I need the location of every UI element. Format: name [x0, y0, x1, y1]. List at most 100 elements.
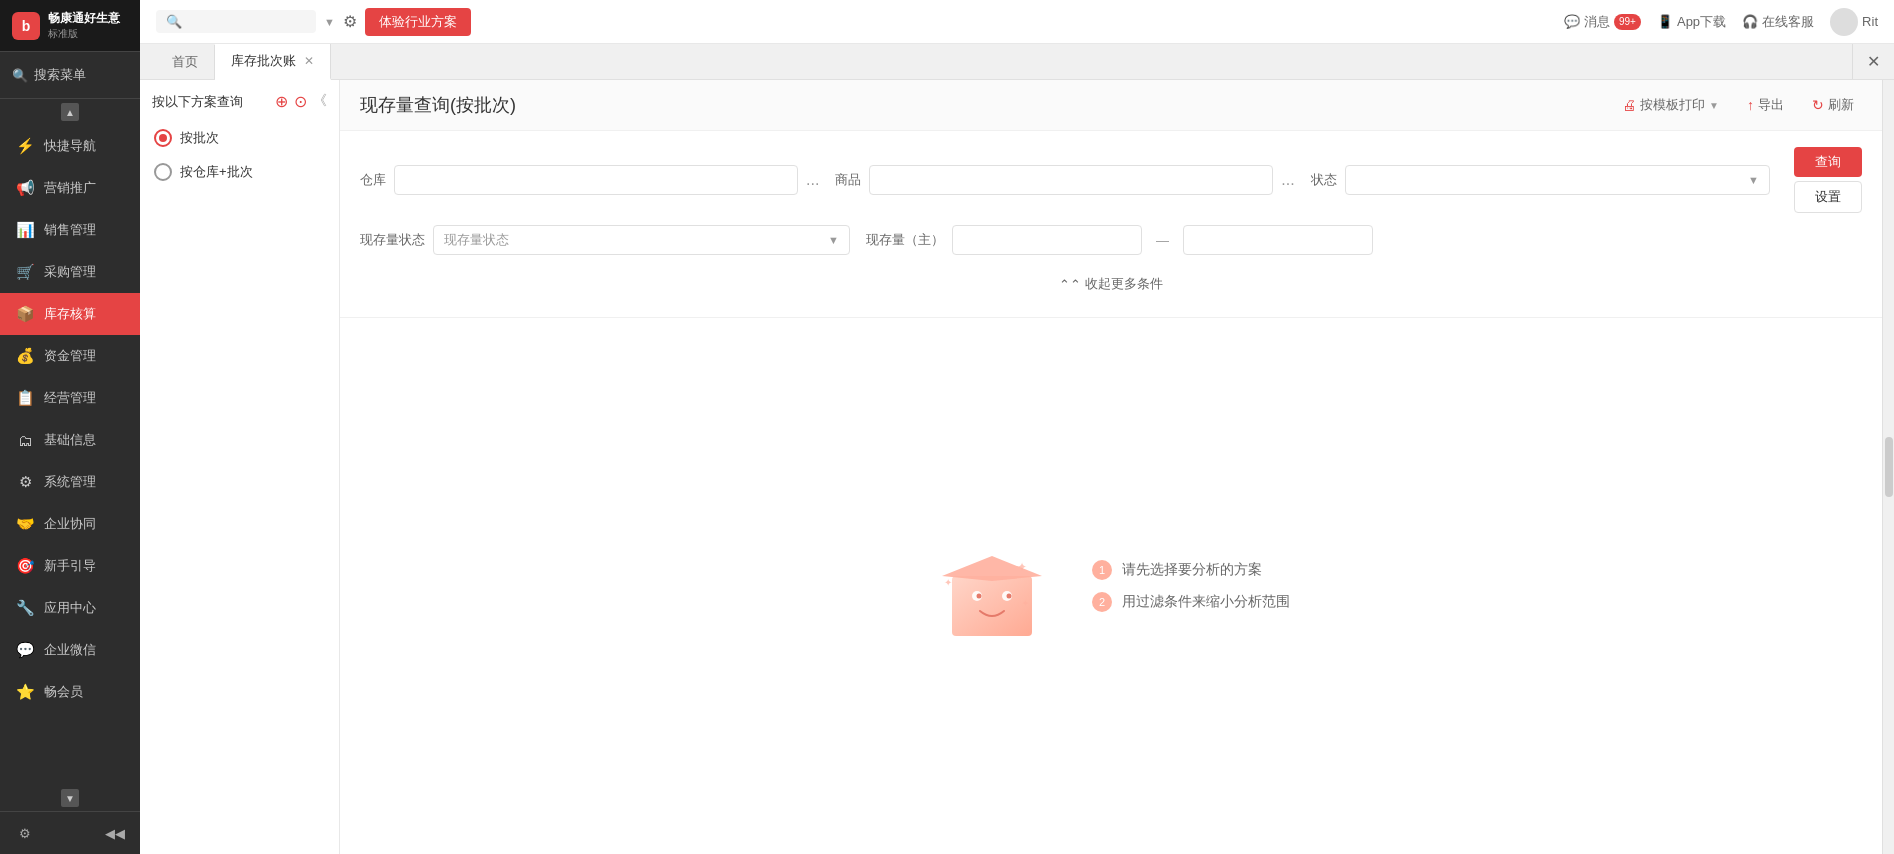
- topbar-search-box[interactable]: 🔍: [156, 10, 316, 33]
- sidebar-item-label: 库存核算: [44, 305, 96, 323]
- topbar: 🔍 ▼ ⚙ 体验行业方案 💬 消息 99+ 📱 App下载 🎧 在线客服: [140, 0, 1894, 44]
- collapse-more-label: 收起更多条件: [1085, 275, 1163, 293]
- sidebar-item-system[interactable]: ⚙ 系统管理: [0, 461, 140, 503]
- query-buttons-group: 查询 设置: [1794, 147, 1862, 213]
- sidebar-item-label: 新手引导: [44, 557, 96, 575]
- sidebar: b 畅康通好生意 标准版 🔍 搜索菜单 ▲ ⚡ 快捷导航 📢 营销推广 📊 销售…: [0, 0, 140, 854]
- inventory-status-dropdown-icon: ▼: [828, 234, 839, 246]
- sidebar-item-operations[interactable]: 📋 经营管理: [0, 377, 140, 419]
- topbar-dropdown-icon[interactable]: ▼: [324, 16, 335, 28]
- search-menu-label: 搜索菜单: [34, 66, 86, 84]
- sidebar-item-member[interactable]: ⭐ 畅会员: [0, 671, 140, 713]
- print-template-button[interactable]: 🖨 按模板打印 ▼: [1614, 92, 1727, 118]
- topbar-left: 🔍 ▼ ⚙ 体验行业方案: [156, 8, 1552, 36]
- warehouse-dots[interactable]: ...: [806, 171, 819, 189]
- scroll-down-btn[interactable]: ▼: [61, 789, 79, 807]
- refresh-button[interactable]: ↻ 刷新: [1804, 92, 1862, 118]
- online-service-button[interactable]: 🎧 在线客服: [1742, 13, 1814, 31]
- add-scheme-icon[interactable]: ⊕: [275, 92, 288, 111]
- sidebar-search-section: 🔍 搜索菜单: [0, 52, 140, 99]
- scroll-up-btn[interactable]: ▲: [61, 103, 79, 121]
- refresh-label: 刷新: [1828, 96, 1854, 114]
- sidebar-scroll-down[interactable]: ▼: [0, 785, 140, 811]
- scheme-by-warehouse-batch[interactable]: 按仓库+批次: [140, 155, 339, 189]
- collapse-panel-icon[interactable]: 《: [313, 92, 327, 111]
- sidebar-item-basics[interactable]: 🗂 基础信息: [0, 419, 140, 461]
- settings-scheme-icon[interactable]: ⊙: [294, 92, 307, 111]
- app-download-label: App下载: [1677, 13, 1726, 31]
- topbar-right: 💬 消息 99+ 📱 App下载 🎧 在线客服 Rit: [1564, 8, 1878, 36]
- warehouse-label: 仓库: [360, 171, 386, 189]
- warehouse-filter-field: 仓库 ...: [360, 165, 819, 195]
- member-icon: ⭐: [16, 683, 34, 701]
- message-icon: 💬: [1564, 14, 1580, 29]
- app-download-button[interactable]: 📱 App下载: [1657, 13, 1726, 31]
- empty-state: ✦ ✦ ✦ 1 请先选择要分析的方案 2 用过滤条件来缩小分析范围: [340, 318, 1882, 854]
- product-dots[interactable]: ...: [1281, 171, 1294, 189]
- inventory-qty-filter-field: 现存量（主） —: [866, 225, 1356, 255]
- qty-dash: —: [1156, 233, 1169, 248]
- export-button[interactable]: ↑ 导出: [1739, 92, 1792, 118]
- collapse-sidebar-button[interactable]: ◀◀: [104, 822, 126, 844]
- inventory-status-label: 现存量状态: [360, 231, 425, 249]
- sidebar-item-quick-nav[interactable]: ⚡ 快捷导航: [0, 125, 140, 167]
- sidebar-item-label: 资金管理: [44, 347, 96, 365]
- inventory-qty-from[interactable]: [952, 225, 1142, 255]
- sidebar-item-newbie[interactable]: 🎯 新手引导: [0, 545, 140, 587]
- inventory-status-select[interactable]: 现存量状态 ▼: [433, 225, 850, 255]
- sidebar-scroll-up[interactable]: ▲: [0, 99, 140, 125]
- message-button[interactable]: 💬 消息 99+: [1564, 13, 1641, 31]
- inventory-qty-to[interactable]: [1183, 225, 1373, 255]
- user-profile-button[interactable]: Rit: [1830, 8, 1878, 36]
- scrollbar-handle: [1885, 437, 1893, 497]
- sidebar-title-block: 畅康通好生意 标准版: [48, 10, 120, 41]
- sidebar-item-sales[interactable]: 📊 销售管理: [0, 209, 140, 251]
- settings-icon[interactable]: ⚙: [14, 822, 36, 844]
- sidebar-item-wechat[interactable]: 💬 企业微信: [0, 629, 140, 671]
- product-input[interactable]: [869, 165, 1273, 195]
- tabbar-close-button[interactable]: ✕: [1852, 44, 1894, 79]
- warehouse-input[interactable]: [394, 165, 798, 195]
- system-icon: ⚙: [16, 473, 34, 491]
- scheme-by-batch-label: 按批次: [180, 129, 219, 147]
- query-button[interactable]: 查询: [1794, 147, 1862, 177]
- inventory-icon: 📦: [16, 305, 34, 323]
- quick-nav-icon: ⚡: [16, 137, 34, 155]
- experience-industry-button[interactable]: 体验行业方案: [365, 8, 471, 36]
- filter-title-actions: ⊕ ⊙ 《: [275, 92, 327, 111]
- status-select[interactable]: ▼: [1345, 165, 1770, 195]
- svg-point-5: [1007, 594, 1012, 599]
- svg-rect-0: [952, 576, 1032, 636]
- basics-icon: 🗂: [16, 431, 34, 449]
- sidebar-item-label: 基础信息: [44, 431, 96, 449]
- print-dropdown-icon: ▼: [1709, 100, 1719, 111]
- settings-button[interactable]: 设置: [1794, 181, 1862, 213]
- search-menu-button[interactable]: 🔍 搜索菜单: [12, 62, 128, 88]
- sidebar-nav: ⚡ 快捷导航 📢 营销推广 📊 销售管理 🛒 采购管理 📦 库存核算 💰 资金管…: [0, 125, 140, 785]
- page-title: 现存量查询(按批次): [360, 93, 516, 117]
- sidebar-item-label: 畅会员: [44, 683, 83, 701]
- scheme-inactive-radio-icon: [154, 163, 172, 181]
- tab-home[interactable]: 首页: [156, 45, 215, 79]
- tab-close-icon[interactable]: ✕: [304, 54, 314, 68]
- content-area: 按以下方案查询 ⊕ ⊙ 《 按批次 按仓库+批次 现存量查询(按批次): [140, 80, 1894, 854]
- tab-batch-inventory[interactable]: 库存批次账 ✕: [215, 44, 331, 80]
- page-actions: 🖨 按模板打印 ▼ ↑ 导出 ↻ 刷新: [1614, 92, 1862, 118]
- topbar-gear-icon[interactable]: ⚙: [343, 12, 357, 31]
- scheme-by-batch[interactable]: 按批次: [140, 121, 339, 155]
- app-center-icon: 🔧: [16, 599, 34, 617]
- step-1-text: 请先选择要分析的方案: [1122, 561, 1262, 579]
- right-scrollbar[interactable]: [1882, 80, 1894, 854]
- sidebar-item-purchase[interactable]: 🛒 采购管理: [0, 251, 140, 293]
- sidebar-item-finance[interactable]: 💰 资金管理: [0, 335, 140, 377]
- sidebar-item-marketing[interactable]: 📢 营销推广: [0, 167, 140, 209]
- step-2-number: 2: [1092, 592, 1112, 612]
- sidebar-item-app-center[interactable]: 🔧 应用中心: [0, 587, 140, 629]
- message-label: 消息: [1584, 13, 1610, 31]
- filter-row-1: 仓库 ... 商品 ... 状态 ▼: [360, 147, 1862, 213]
- close-icon: ✕: [1867, 52, 1880, 71]
- collapse-more-button[interactable]: ⌃⌃ 收起更多条件: [360, 267, 1862, 301]
- sidebar-item-inventory[interactable]: 📦 库存核算: [0, 293, 140, 335]
- sidebar-item-enterprise[interactable]: 🤝 企业协同: [0, 503, 140, 545]
- search-icon: 🔍: [12, 68, 28, 83]
